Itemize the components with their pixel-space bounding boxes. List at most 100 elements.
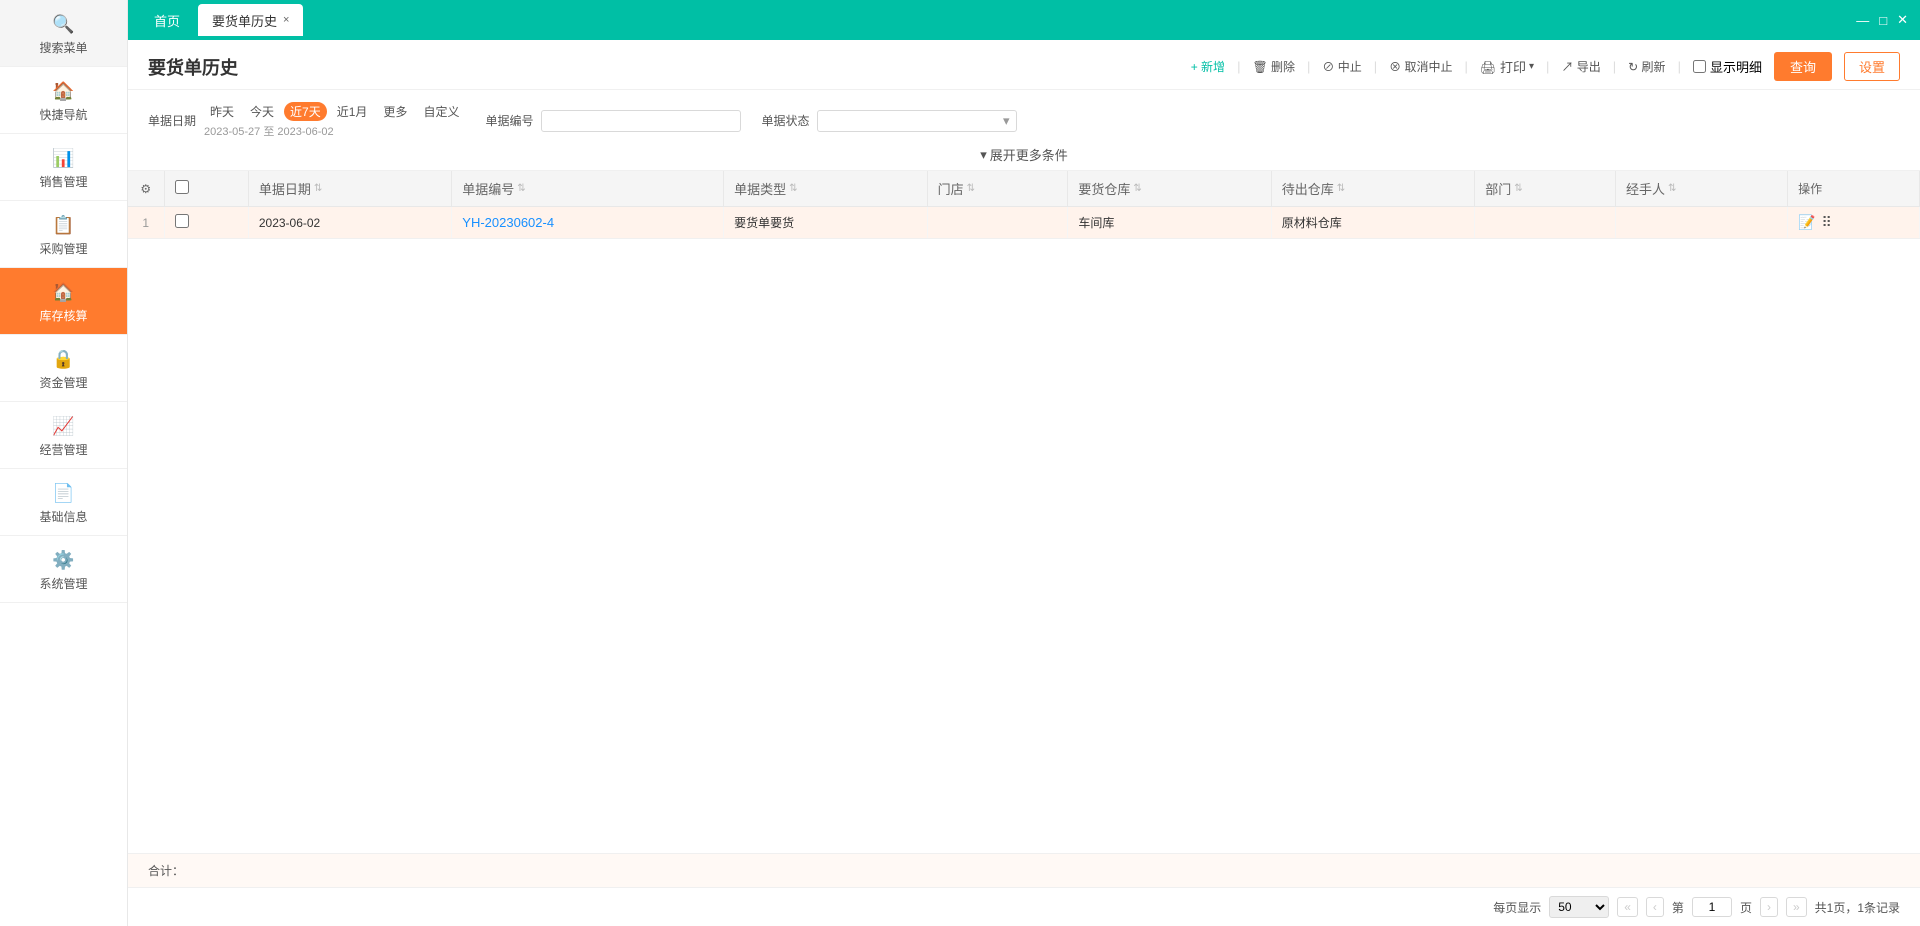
sum-label: 合计： [148, 862, 184, 879]
per-page-select[interactable]: 50 10 20 100 [1549, 896, 1609, 918]
cell-doc-type: 要货单要货 [724, 207, 927, 239]
total-info: 共1页，1条记录 [1815, 899, 1900, 916]
sidebar-item-label: 采购管理 [39, 240, 87, 257]
th-req-warehouse[interactable]: 要货仓库 ⇅ [1068, 171, 1271, 207]
edit-op-btn[interactable]: 📝 [1798, 214, 1815, 231]
cell-pending-warehouse: 原材料仓库 [1271, 207, 1474, 239]
sales-icon: 📊 [52, 148, 74, 169]
date-btn-yesterday[interactable]: 昨天 [204, 102, 240, 121]
th-pending-warehouse[interactable]: 待出仓库 ⇅ [1271, 171, 1474, 207]
th-gear[interactable]: ⚙ [128, 171, 164, 207]
filter-row: 单据日期 昨天 今天 近7天 近1月 更多 自定义 2023-05-27 至 2… [148, 102, 1900, 139]
query-button[interactable]: 查询 [1774, 52, 1832, 81]
th-checkbox [164, 171, 248, 207]
doc-status-select-wrapper: ▾ [817, 110, 1017, 132]
tab-close-icon[interactable]: × [283, 14, 289, 26]
page-title: 要货单历史 [148, 54, 1191, 80]
date-btn-custom[interactable]: 自定义 [417, 102, 465, 121]
show-detail-checkbox[interactable]: 显示明细 [1693, 57, 1762, 76]
date-range-text: 2023-05-27 至 2023-06-02 [204, 123, 465, 139]
pagination-bar: 每页显示 50 10 20 100 « ‹ 第 页 › » 共1页，1条记录 [128, 887, 1920, 926]
refresh-button[interactable]: ↻ 刷新 [1628, 58, 1665, 75]
date-btn-1month[interactable]: 近1月 [331, 102, 374, 121]
doc-status-label: 单据状态 [761, 112, 809, 129]
select-all-checkbox[interactable] [175, 180, 189, 194]
th-store[interactable]: 门店 ⇅ [927, 171, 1068, 207]
table-body: 1 2023-06-02 YH-20230602-4 要货单要货 车间库 原材料… [128, 207, 1920, 239]
th-date[interactable]: 单据日期 ⇅ [248, 171, 451, 207]
filter-area: 单据日期 昨天 今天 近7天 近1月 更多 自定义 2023-05-27 至 2… [128, 90, 1920, 171]
sidebar-item-label: 快捷导航 [39, 106, 87, 123]
sidebar-item-system[interactable]: ⚙️ 系统管理 [0, 536, 127, 603]
th-doc-no[interactable]: 单据编号 ⇅ [452, 171, 724, 207]
cell-handler [1615, 207, 1787, 239]
new-button[interactable]: + 新增 [1191, 58, 1225, 75]
prev-page-btn[interactable]: ‹ [1646, 897, 1664, 917]
topbar: 首页 要货单历史 × — □ ✕ [128, 0, 1920, 40]
topbar-right: — □ ✕ [1856, 12, 1908, 28]
inventory-icon: 🏠 [52, 282, 74, 303]
settings-button[interactable]: 设置 [1844, 52, 1900, 81]
window-max-btn[interactable]: □ [1879, 13, 1887, 28]
system-icon: ⚙️ [52, 550, 74, 571]
operation-icon: 📈 [52, 416, 74, 437]
cell-dept [1475, 207, 1616, 239]
purchase-icon: 📋 [52, 215, 74, 236]
tab-home[interactable]: 首页 [140, 4, 194, 36]
sidebar-item-quicknav[interactable]: 🏠 快捷导航 [0, 67, 127, 134]
per-page-label: 每页显示 [1493, 899, 1541, 916]
doc-status-select[interactable] [817, 110, 1017, 132]
sidebar-item-label: 销售管理 [39, 173, 87, 190]
sidebar-item-sales[interactable]: 📊 销售管理 [0, 134, 127, 201]
page-suffix: 页 [1740, 899, 1752, 916]
sidebar-item-finance[interactable]: 🔒 资金管理 [0, 335, 127, 402]
date-btn-7days[interactable]: 近7天 [284, 102, 327, 121]
doc-no-link[interactable]: YH-20230602-4 [462, 215, 554, 230]
doc-status-filter-group: 单据状态 ▾ [761, 110, 1017, 132]
sort-icon-date: ⇅ [314, 183, 322, 194]
sort-icon-req-warehouse: ⇅ [1133, 183, 1141, 194]
page-header: 要货单历史 + 新增 | 🗑 删除 | ⊘ 中止 | ⊗ 取消中止 | 🖨 打印… [128, 40, 1920, 90]
doc-no-label: 单据编号 [485, 112, 533, 129]
sidebar-item-label: 系统管理 [39, 575, 87, 592]
print-dropdown-icon[interactable]: ▾ [1529, 61, 1534, 72]
cell-date: 2023-06-02 [248, 207, 451, 239]
row-checkbox[interactable] [175, 214, 189, 228]
print-button[interactable]: 🖨 打印 ▾ [1480, 57, 1534, 76]
table-footer: 合计： [128, 853, 1920, 887]
sidebar-item-inventory[interactable]: 🏠 库存核算 [0, 268, 127, 335]
table-header-row: ⚙ 单据日期 ⇅ 单据编号 ⇅ 单据类型 ⇅ 门店 ⇅ 要货仓库 ⇅ 待出仓库 … [128, 171, 1920, 207]
show-detail-input[interactable] [1693, 60, 1706, 73]
th-handler[interactable]: 经手人 ⇅ [1615, 171, 1787, 207]
date-btn-more[interactable]: 更多 [377, 102, 413, 121]
export-button[interactable]: ↗ 导出 [1561, 58, 1600, 75]
cancel-stop-button[interactable]: ⊗ 取消中止 [1389, 58, 1452, 75]
sort-icon-handler: ⇅ [1668, 183, 1676, 194]
stop-button[interactable]: ⊘ 中止 [1322, 58, 1361, 75]
date-btn-today[interactable]: 今天 [244, 102, 280, 121]
sidebar-item-purchase[interactable]: 📋 采购管理 [0, 201, 127, 268]
cell-operations: 📝 ⠿ [1788, 207, 1920, 239]
tab-active-label: 要货单历史 [212, 11, 277, 30]
sidebar-item-basic[interactable]: 📄 基础信息 [0, 469, 127, 536]
header-actions: + 新增 | 🗑 删除 | ⊘ 中止 | ⊗ 取消中止 | 🖨 打印 ▾ | ↗… [1191, 52, 1900, 81]
last-page-btn[interactable]: » [1786, 897, 1807, 917]
expand-icon: ▾ [980, 147, 987, 163]
page-input[interactable] [1692, 897, 1732, 917]
sidebar-item-operation[interactable]: 📈 经营管理 [0, 402, 127, 469]
sidebar-item-search[interactable]: 🔍 搜索菜单 [0, 0, 127, 67]
th-doc-type[interactable]: 单据类型 ⇅ [724, 171, 927, 207]
tab-active[interactable]: 要货单历史 × [198, 4, 303, 36]
first-page-btn[interactable]: « [1617, 897, 1638, 917]
window-close-btn[interactable]: ✕ [1897, 12, 1908, 28]
doc-no-input[interactable] [541, 110, 741, 132]
delete-button[interactable]: 🗑 删除 [1252, 58, 1295, 75]
window-min-btn[interactable]: — [1856, 13, 1869, 28]
expand-more-button[interactable]: ▾ 展开更多条件 [148, 145, 1900, 164]
date-filter-group: 单据日期 昨天 今天 近7天 近1月 更多 自定义 2023-05-27 至 2… [148, 102, 465, 139]
sidebar-item-label: 搜索菜单 [39, 39, 87, 56]
detail-op-btn[interactable]: ⠿ [1822, 214, 1832, 231]
th-dept[interactable]: 部门 ⇅ [1475, 171, 1616, 207]
next-page-btn[interactable]: › [1760, 897, 1778, 917]
content-area: 要货单历史 + 新增 | 🗑 删除 | ⊘ 中止 | ⊗ 取消中止 | 🖨 打印… [128, 40, 1920, 926]
